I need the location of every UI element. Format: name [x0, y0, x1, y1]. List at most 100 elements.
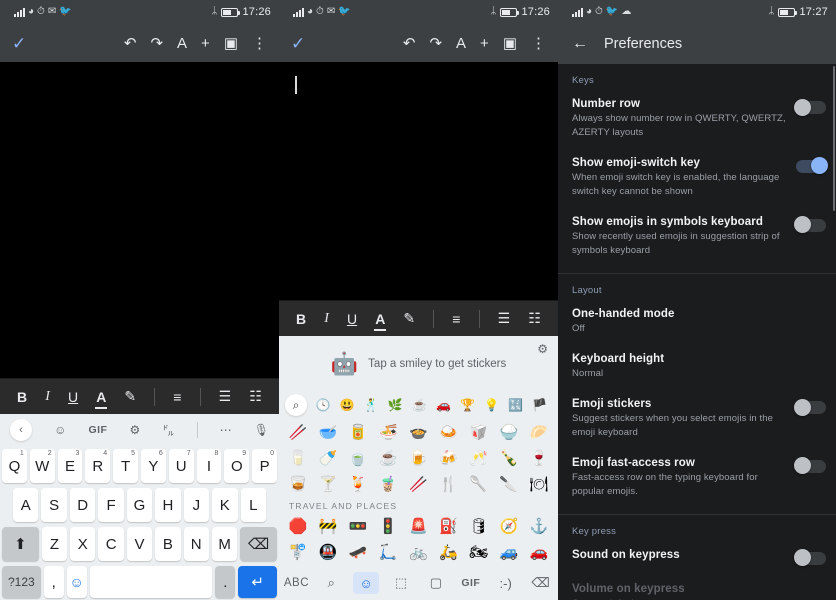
emoji-category-people-icon[interactable]: 🕺 — [359, 399, 383, 411]
emoji-category-travel-places-icon[interactable]: 🚗 — [431, 399, 455, 411]
emoji-cell[interactable]: 🚥 — [349, 519, 368, 534]
emoji-cell[interactable]: 🥛 — [289, 451, 308, 466]
key-c[interactable]: C — [98, 527, 124, 561]
pref-item-emoji-fast-access-row[interactable]: Emoji fast-access row Fast-access row on … — [558, 449, 836, 508]
emoji-cell[interactable]: 🍴 — [439, 477, 458, 492]
emoji-category-recent-icon[interactable]: 🕓 — [311, 399, 335, 411]
emoji-cell[interactable]: 🍺 — [409, 451, 428, 466]
toggle-switch[interactable] — [794, 398, 826, 416]
undo-icon[interactable]: ↶ — [124, 36, 137, 51]
emoji-cell[interactable]: 🔪 — [499, 477, 518, 492]
more-icon[interactable]: ⋯ — [220, 423, 232, 437]
emoji-category-symbols-icon[interactable]: 🔣 — [504, 399, 528, 411]
key-w[interactable]: W2 — [29, 449, 55, 483]
document-editor-area-panel2[interactable] — [279, 62, 558, 300]
key-b[interactable]: B — [155, 527, 181, 561]
key-i[interactable]: I8 — [196, 449, 222, 483]
toggle-switch[interactable] — [794, 98, 826, 116]
emoji-cell[interactable]: 🥄 — [469, 477, 488, 492]
emoji-cell[interactable]: 🚦 — [379, 519, 398, 534]
emoji-cell[interactable]: 🛵 — [439, 545, 458, 560]
key-e[interactable]: E3 — [57, 449, 83, 483]
emoji-category-animals-nature-icon[interactable]: 🌿 — [383, 399, 407, 411]
emoji-category-search-icon[interactable]: ⌕ — [285, 394, 307, 416]
gif-tab[interactable]: GIF — [458, 572, 484, 594]
key-s[interactable]: S — [41, 488, 67, 522]
emoji-cell[interactable]: 🍚 — [499, 425, 518, 440]
emoji-cell[interactable]: 🍵 — [349, 451, 368, 466]
key-y[interactable]: Y6 — [141, 449, 166, 483]
more-options-icon[interactable]: ⋮ — [531, 36, 546, 51]
back-arrow-icon[interactable]: ← — [572, 36, 588, 52]
align-button[interactable]: ≡ — [173, 389, 181, 405]
key-z[interactable]: Z — [41, 527, 68, 561]
emoji-cell[interactable]: ⚓ — [530, 519, 549, 534]
emoji-cell[interactable]: 🥢 — [409, 477, 428, 492]
bold-button[interactable]: B — [296, 311, 306, 327]
emoji-cell[interactable]: 🍜 — [379, 425, 398, 440]
emoji-category-smileys-icon[interactable]: 😃 — [335, 399, 359, 411]
scrollbar[interactable] — [833, 66, 835, 211]
emoji-cell[interactable]: 🥢 — [289, 425, 308, 440]
emoji-cell[interactable]: 🛹 — [349, 545, 368, 560]
emoji-cell[interactable]: 🥫 — [349, 425, 368, 440]
emoji-category-objects-icon[interactable]: 💡 — [480, 399, 504, 411]
translate-icon[interactable]: ㌦ — [162, 422, 174, 439]
comma-key[interactable]: , — [43, 566, 64, 598]
key-d[interactable]: D — [69, 488, 96, 522]
toggle-switch[interactable] — [796, 157, 828, 175]
period-key[interactable]: . — [215, 566, 236, 598]
key-n[interactable]: N — [183, 527, 209, 561]
sticker-icon[interactable]: ☺ — [54, 423, 66, 437]
emoji-cell[interactable]: 🍻 — [439, 451, 458, 466]
italic-button[interactable]: I — [324, 311, 329, 327]
key-g[interactable]: G — [126, 488, 153, 522]
emoji-cell[interactable]: 🚇 — [319, 545, 338, 560]
redo-icon[interactable]: ↷ — [429, 36, 442, 51]
key-u[interactable]: U7 — [168, 449, 194, 483]
gif-sticker-tab[interactable]: ▢ — [423, 572, 449, 594]
emoji-search[interactable]: ⌕ — [318, 572, 344, 594]
emoji-cell[interactable]: 🥡 — [469, 425, 488, 440]
highlight-button[interactable]: ✎ — [124, 388, 136, 405]
emoji-cell[interactable]: 🛢 — [469, 519, 488, 534]
pref-item-keyboard-height[interactable]: Keyboard height Normal — [558, 345, 836, 390]
text-color-button[interactable]: A — [374, 311, 387, 331]
more-options-icon[interactable]: ⋮ — [252, 36, 267, 51]
key-x[interactable]: X — [70, 527, 96, 561]
emoji-key[interactable]: ☺ — [66, 566, 87, 598]
sticker-promo-banner[interactable]: ⚙ 🤖 Tap a smiley to get stickers — [279, 336, 558, 392]
numbered-list-button[interactable]: ☷ — [528, 310, 541, 327]
key-j[interactable]: J — [183, 488, 210, 522]
emoji-cell[interactable]: 🥟 — [530, 425, 549, 440]
backspace-key[interactable]: ⌫ — [240, 527, 278, 561]
key-h[interactable]: H — [155, 488, 181, 522]
underline-button[interactable]: U — [68, 389, 78, 405]
confirm-check-button[interactable]: ✓ — [12, 35, 26, 52]
emoji-cell[interactable]: ⛽ — [439, 519, 458, 534]
align-button[interactable]: ≡ — [452, 311, 460, 327]
add-icon[interactable]: + — [480, 36, 489, 51]
emoji-cell[interactable]: 🍽 — [529, 477, 548, 492]
emoji-cell[interactable]: 🚗 — [530, 545, 549, 560]
comment-icon[interactable]: ▣ — [224, 36, 238, 51]
pref-item-sound-on-keypress[interactable]: Sound on keypress — [558, 541, 836, 575]
italic-button[interactable]: I — [45, 389, 50, 405]
gif-icon[interactable]: GIF — [88, 424, 107, 436]
emoji-cell[interactable]: 🥂 — [469, 451, 488, 466]
enter-key[interactable]: ↵ — [238, 566, 278, 598]
comment-icon[interactable]: ▣ — [503, 36, 517, 51]
key-f[interactable]: F — [98, 488, 124, 522]
emoji-category-food-drink-icon[interactable]: ☕ — [407, 399, 431, 411]
emoji-cell[interactable]: 🚨 — [409, 519, 428, 534]
key-t[interactable]: T5 — [113, 449, 138, 483]
pref-item-emoji-stickers[interactable]: Emoji stickers Suggest stickers when you … — [558, 390, 836, 449]
bold-button[interactable]: B — [17, 389, 27, 405]
redo-icon[interactable]: ↷ — [150, 36, 163, 51]
key-a[interactable]: A — [13, 488, 39, 522]
toggle-switch[interactable] — [794, 216, 826, 234]
emoji-cell[interactable]: 🚙 — [499, 545, 518, 560]
abc-key[interactable]: ABC — [283, 572, 309, 594]
confirm-check-button[interactable]: ✓ — [291, 35, 305, 52]
emoji-category-activities-icon[interactable]: 🏆 — [456, 399, 480, 411]
